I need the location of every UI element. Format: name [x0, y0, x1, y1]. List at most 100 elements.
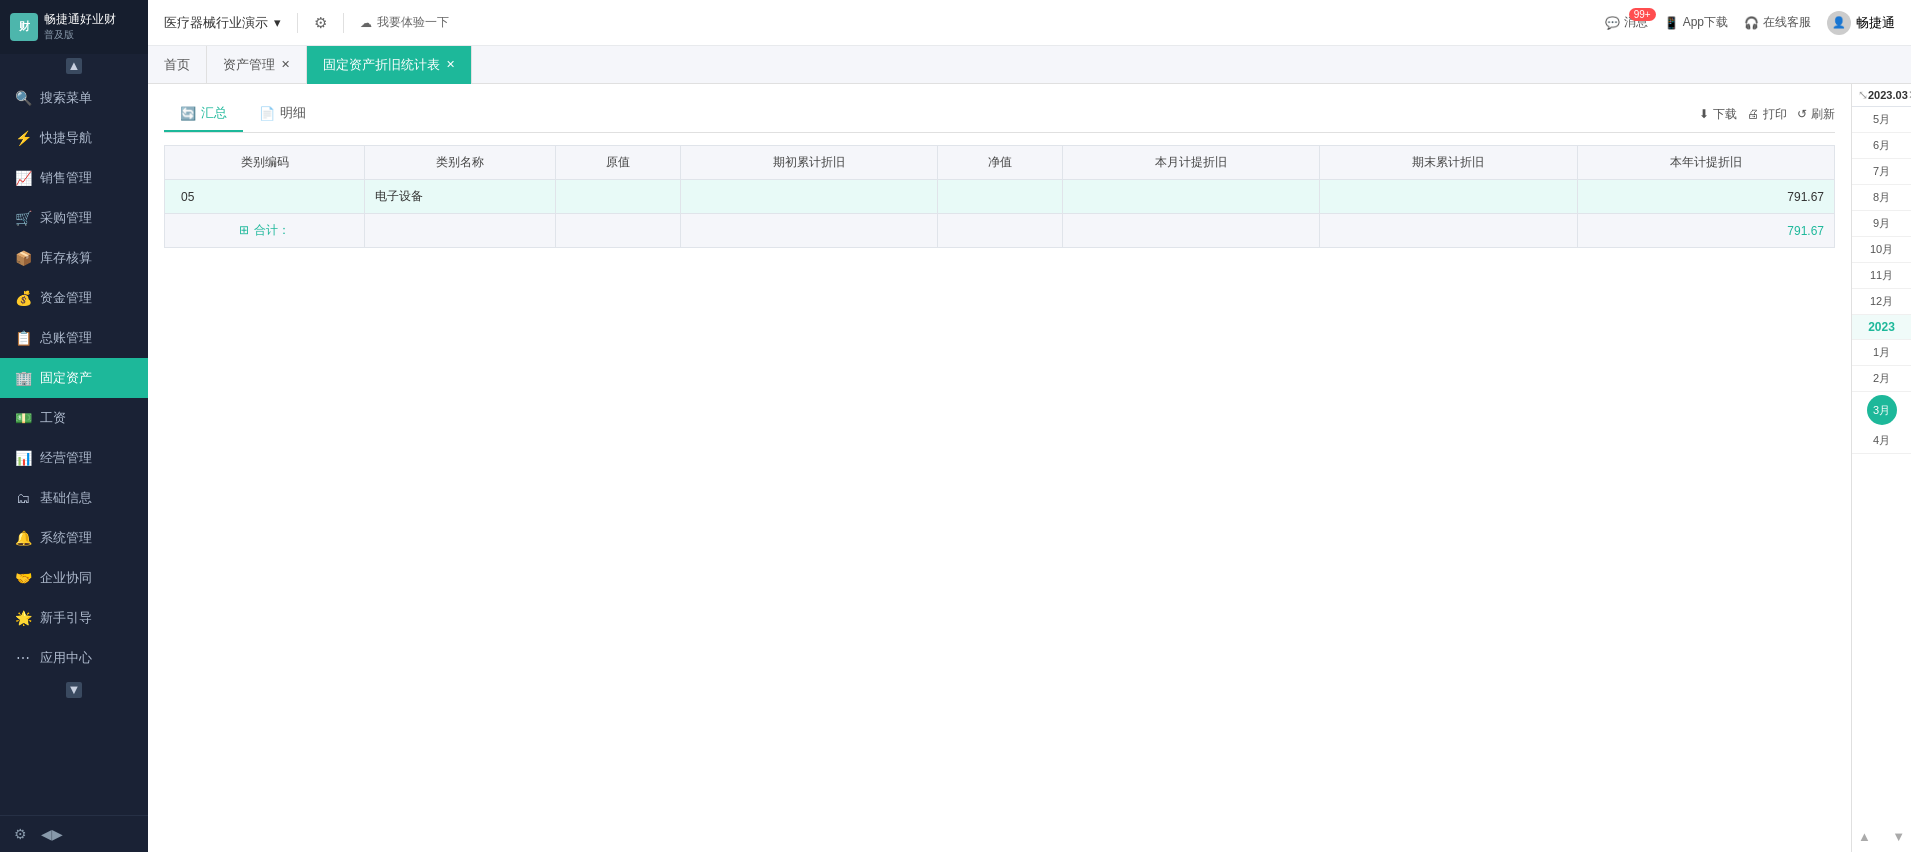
refresh-icon: ↺	[1797, 107, 1807, 121]
sidebar-item-ledger[interactable]: 📋 总账管理	[0, 318, 148, 358]
main-area: 医疗器械行业演示 ▾ ⚙ ☁ 我要体验一下 💬 消息 99+ 📱 App下载 🎧…	[148, 0, 1911, 852]
col-header-name: 类别名称	[365, 146, 556, 180]
topbar-right: 💬 消息 99+ 📱 App下载 🎧 在线客服 👤 畅捷通	[1605, 11, 1895, 35]
date-item-4[interactable]: 4月	[1852, 428, 1911, 454]
settings-bottom-icon[interactable]: ⚙	[14, 826, 27, 842]
date-item-5[interactable]: 5月	[1852, 107, 1911, 133]
date-item-9[interactable]: 9月	[1852, 211, 1911, 237]
purchase-icon: 🛒	[14, 209, 32, 227]
sidebar-item-collab[interactable]: 🤝 企业协同	[0, 558, 148, 598]
user-avatar: 👤	[1827, 11, 1851, 35]
sidebar-item-guide[interactable]: 🌟 新手引导	[0, 598, 148, 638]
topbar-divider2	[343, 13, 344, 33]
sidebar-item-quicknav[interactable]: ⚡ 快捷导航	[0, 118, 148, 158]
basic-icon: 🗂	[14, 489, 32, 507]
topbar-messages[interactable]: 💬 消息 99+	[1605, 14, 1648, 31]
sidebar-item-apps-label: 应用中心	[40, 649, 92, 667]
col-header-annual: 本年计提折旧	[1577, 146, 1834, 180]
sidebar-item-inventory[interactable]: 📦 库存核算	[0, 238, 148, 278]
topbar-online-service[interactable]: 🎧 在线客服	[1744, 14, 1811, 31]
total-original-cell	[556, 214, 681, 248]
online-service-label: 在线客服	[1763, 14, 1811, 31]
sub-tab-summary[interactable]: 🔄 汇总	[164, 96, 243, 132]
logo-sub: 普及版	[44, 28, 116, 42]
system-icon: 🔔	[14, 529, 32, 547]
scroll-up-button[interactable]: ▲	[66, 58, 82, 74]
table-header-row: 类别编码 类别名称 原值 期初累计折旧 净值 本月计提折旧 期末累计折旧 本年计…	[165, 146, 1835, 180]
total-label-cell: ⊞ 合计：	[165, 214, 365, 248]
date-item-10[interactable]: 10月	[1852, 237, 1911, 263]
sidebar-item-purchase[interactable]: 🛒 采购管理	[0, 198, 148, 238]
date-year-2023[interactable]: 2023	[1852, 315, 1911, 340]
tab-depreciation-close[interactable]: ✕	[446, 58, 455, 71]
sidebar-item-inventory-label: 库存核算	[40, 249, 92, 267]
user-name: 畅捷通	[1856, 14, 1895, 32]
sidebar-item-sales[interactable]: 📈 销售管理	[0, 158, 148, 198]
tab-asset-mgmt-label: 资产管理	[223, 56, 275, 74]
quicknav-icon: ⚡	[14, 129, 32, 147]
refresh-button[interactable]: ↺ 刷新	[1797, 106, 1835, 123]
cell-net	[938, 180, 1063, 214]
sidebar-item-collab-label: 企业协同	[40, 569, 92, 587]
sidebar-item-business[interactable]: 📊 经营管理	[0, 438, 148, 478]
company-dropdown-icon: ▾	[274, 15, 281, 30]
date-item-3-active[interactable]: 3月	[1867, 395, 1897, 425]
cell-end-accum	[1320, 180, 1577, 214]
collapse-sidebar-icon[interactable]: ◀▶	[41, 826, 63, 842]
sidebar-item-fixed[interactable]: 🏢 固定资产	[0, 358, 148, 398]
data-table: 类别编码 类别名称 原值 期初累计折旧 净值 本月计提折旧 期末累计折旧 本年计…	[164, 145, 1835, 248]
tab-depreciation-label: 固定资产折旧统计表	[323, 56, 440, 74]
total-annual-cell: 791.67	[1577, 214, 1834, 248]
topbar-experience[interactable]: ☁ 我要体验一下	[360, 14, 449, 31]
topbar-user[interactable]: 👤 畅捷通	[1827, 11, 1895, 35]
sidebar-item-apps[interactable]: ⋯ 应用中心	[0, 638, 148, 678]
sum-icon: ⊞	[239, 223, 249, 237]
tab-depreciation[interactable]: 固定资产折旧统计表 ✕	[307, 46, 472, 84]
date-item-1[interactable]: 1月	[1852, 340, 1911, 366]
topbar-app-download[interactable]: 📱 App下载	[1664, 14, 1728, 31]
sidebar-item-search[interactable]: 🔍 搜索菜单	[0, 78, 148, 118]
sidebar-item-business-label: 经营管理	[40, 449, 92, 467]
tab-asset-mgmt-close[interactable]: ✕	[281, 58, 290, 71]
table-row: 05 电子设备 791.67	[165, 180, 1835, 214]
sidebar-item-payroll[interactable]: 💵 工资	[0, 398, 148, 438]
topbar-divider1	[297, 13, 298, 33]
experience-label: 我要体验一下	[377, 14, 449, 31]
cell-monthly	[1062, 180, 1319, 214]
date-prev-icon[interactable]: ▲	[1858, 829, 1871, 844]
date-item-2[interactable]: 2月	[1852, 366, 1911, 392]
tab-asset-mgmt[interactable]: 资产管理 ✕	[207, 46, 307, 84]
sidebar-item-guide-label: 新手引导	[40, 609, 92, 627]
phone-icon: 📱	[1664, 16, 1679, 30]
toolbar: ⬇ 下载 🖨 打印 ↺ 刷新	[1699, 106, 1835, 123]
summary-icon: 🔄	[180, 106, 196, 121]
date-item-12[interactable]: 12月	[1852, 289, 1911, 315]
col-header-end-accum: 期末累计折旧	[1320, 146, 1577, 180]
msg-icon: 💬	[1605, 16, 1620, 30]
sub-tab-summary-label: 汇总	[201, 104, 227, 122]
date-panel-header: 2023.03	[1868, 89, 1908, 101]
sidebar-item-finance[interactable]: 💰 资金管理	[0, 278, 148, 318]
date-item-11[interactable]: 11月	[1852, 263, 1911, 289]
print-button[interactable]: 🖨 打印	[1747, 106, 1787, 123]
sub-tab-detail[interactable]: 📄 明细	[243, 96, 322, 132]
sidebar-item-payroll-label: 工资	[40, 409, 66, 427]
topbar-settings-icon[interactable]: ⚙	[314, 14, 327, 32]
sidebar-item-fixed-label: 固定资产	[40, 369, 92, 387]
tab-home[interactable]: 首页	[148, 46, 207, 84]
date-item-7[interactable]: 7月	[1852, 159, 1911, 185]
date-item-8[interactable]: 8月	[1852, 185, 1911, 211]
company-selector[interactable]: 医疗器械行业演示 ▾	[164, 14, 281, 32]
date-next-icon[interactable]: ▼	[1892, 829, 1905, 844]
sidebar-item-system-label: 系统管理	[40, 529, 92, 547]
sidebar-item-basic[interactable]: 🗂 基础信息	[0, 478, 148, 518]
download-button[interactable]: ⬇ 下载	[1699, 106, 1737, 123]
sidebar-item-system[interactable]: 🔔 系统管理	[0, 518, 148, 558]
date-item-6[interactable]: 6月	[1852, 133, 1911, 159]
sidebar-item-sales-label: 销售管理	[40, 169, 92, 187]
ledger-icon: 📋	[14, 329, 32, 347]
topbar: 医疗器械行业演示 ▾ ⚙ ☁ 我要体验一下 💬 消息 99+ 📱 App下载 🎧…	[148, 0, 1911, 46]
inventory-icon: 📦	[14, 249, 32, 267]
scroll-down-button[interactable]: ▼	[66, 682, 82, 698]
date-panel-expand-icon[interactable]: ⤡	[1858, 88, 1868, 102]
